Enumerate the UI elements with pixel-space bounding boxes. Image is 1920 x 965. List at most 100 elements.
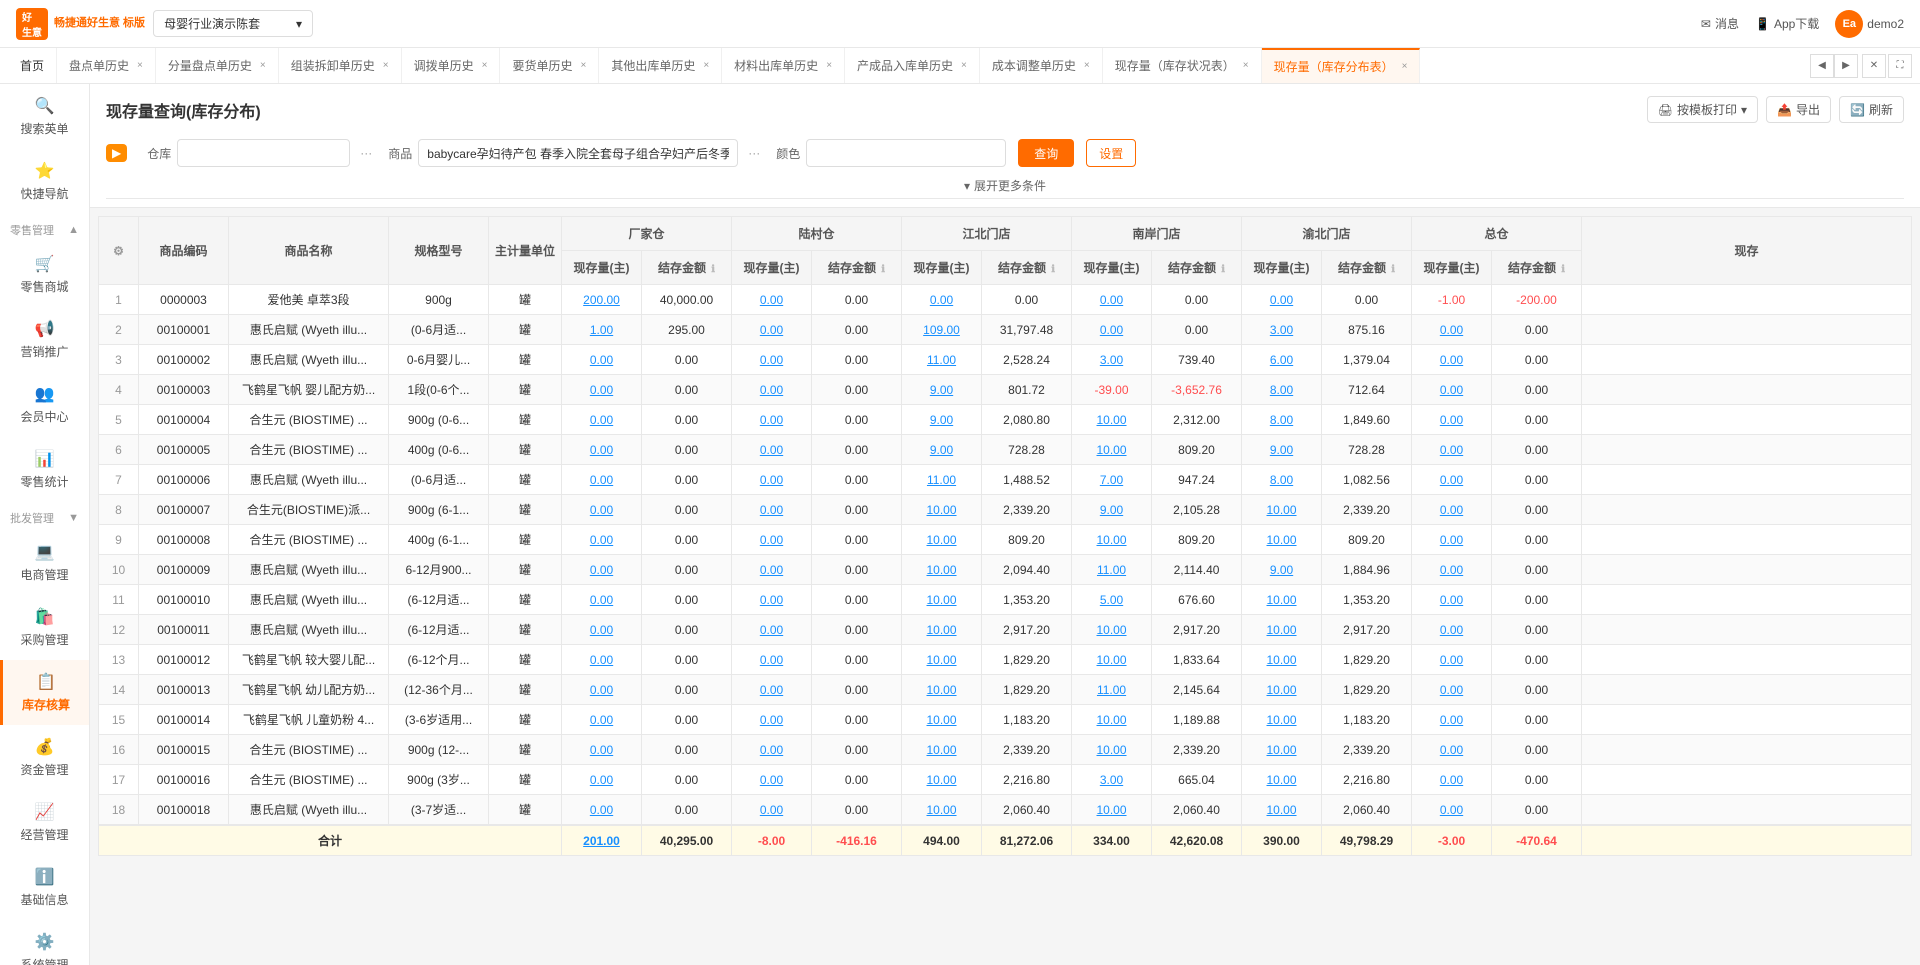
warehouse-input[interactable]	[177, 139, 350, 167]
message-button[interactable]: ✉ 消息	[1701, 15, 1739, 32]
row-lvcun-qty[interactable]: 0.00	[732, 585, 812, 615]
row-jiangbei-qty[interactable]: 10.00	[902, 765, 982, 795]
row-lvcun-qty[interactable]: 0.00	[732, 465, 812, 495]
row-yubei-qty[interactable]: 6.00	[1242, 345, 1322, 375]
tab-chengben[interactable]: 成本调整单历史 ×	[980, 48, 1103, 84]
row-total-qty[interactable]: 0.00	[1412, 735, 1492, 765]
row-factory-qty[interactable]: 0.00	[562, 525, 642, 555]
row-factory-qty[interactable]: 0.00	[562, 585, 642, 615]
row-yubei-qty[interactable]: 10.00	[1242, 525, 1322, 555]
row-jiangbei-qty[interactable]: 10.00	[902, 705, 982, 735]
row-yubei-qty[interactable]: 9.00	[1242, 435, 1322, 465]
row-yubei-qty[interactable]: 0.00	[1242, 285, 1322, 315]
tab-xiancun-dist[interactable]: 现存量（库存分布表） ×	[1262, 48, 1421, 84]
close-icon[interactable]: ×	[1243, 60, 1249, 71]
sidebar-item-retail-stats[interactable]: 📊 零售统计	[0, 437, 89, 502]
row-yubei-qty[interactable]: 8.00	[1242, 405, 1322, 435]
nav-close-all-button[interactable]: ✕	[1862, 54, 1886, 78]
row-jiangbei-qty[interactable]: 10.00	[902, 615, 982, 645]
row-nanan-qty[interactable]: 0.00	[1072, 315, 1152, 345]
row-total-qty[interactable]: 0.00	[1412, 375, 1492, 405]
row-yubei-qty[interactable]: 10.00	[1242, 585, 1322, 615]
row-lvcun-qty[interactable]: 0.00	[732, 615, 812, 645]
row-lvcun-qty[interactable]: 0.00	[732, 765, 812, 795]
row-yubei-qty[interactable]: 10.00	[1242, 645, 1322, 675]
row-factory-qty[interactable]: 0.00	[562, 765, 642, 795]
tab-chanpin[interactable]: 产成品入库单历史 ×	[845, 48, 980, 84]
row-jiangbei-qty[interactable]: 11.00	[902, 465, 982, 495]
export-button[interactable]: 📤 导出	[1766, 96, 1831, 123]
row-nanan-qty[interactable]: 3.00	[1072, 765, 1152, 795]
nav-prev-button[interactable]: ◀	[1810, 54, 1834, 78]
app-download-button[interactable]: 📱 App下载	[1755, 15, 1819, 32]
row-yubei-qty[interactable]: 8.00	[1242, 375, 1322, 405]
row-total-qty[interactable]: 0.00	[1412, 615, 1492, 645]
row-lvcun-qty[interactable]: 0.00	[732, 495, 812, 525]
row-total-qty[interactable]: 0.00	[1412, 315, 1492, 345]
nav-expand-button[interactable]: ⛶	[1888, 54, 1912, 78]
row-nanan-qty[interactable]: 3.00	[1072, 345, 1152, 375]
row-factory-qty[interactable]: 0.00	[562, 645, 642, 675]
row-jiangbei-qty[interactable]: 10.00	[902, 735, 982, 765]
row-factory-qty[interactable]: 0.00	[562, 435, 642, 465]
row-factory-qty[interactable]: 0.00	[562, 495, 642, 525]
row-nanan-qty[interactable]: 10.00	[1072, 735, 1152, 765]
row-yubei-qty[interactable]: 10.00	[1242, 495, 1322, 525]
row-lvcun-qty[interactable]: 0.00	[732, 645, 812, 675]
th-settings[interactable]: ⚙	[99, 217, 139, 285]
tab-fenpandian[interactable]: 分量盘点单历史 ×	[156, 48, 279, 84]
close-icon[interactable]: ×	[137, 60, 143, 71]
tab-diaobo[interactable]: 调拨单历史 ×	[402, 48, 501, 84]
close-icon[interactable]: ×	[1402, 61, 1408, 72]
sidebar-item-marketing[interactable]: 📢 营销推广	[0, 307, 89, 372]
row-factory-qty[interactable]: 0.00	[562, 735, 642, 765]
row-lvcun-qty[interactable]: 0.00	[732, 405, 812, 435]
tab-home[interactable]: 首页	[8, 48, 57, 84]
sidebar-item-system[interactable]: ⚙️ 系统管理	[0, 920, 89, 965]
sidebar-item-purchase[interactable]: 🛍️ 采购管理	[0, 595, 89, 660]
tab-zuzhechaixi[interactable]: 组装拆卸单历史 ×	[279, 48, 402, 84]
sidebar-item-nav[interactable]: ⭐ 快捷导航	[0, 149, 89, 214]
refresh-button[interactable]: 🔄 刷新	[1839, 96, 1904, 123]
row-jiangbei-qty[interactable]: 9.00	[902, 405, 982, 435]
row-nanan-qty[interactable]: 11.00	[1072, 555, 1152, 585]
row-jiangbei-qty[interactable]: 10.00	[902, 645, 982, 675]
tab-xiancun-status[interactable]: 现存量（库存状况表） ×	[1103, 48, 1262, 84]
row-factory-qty[interactable]: 0.00	[562, 615, 642, 645]
row-yubei-qty[interactable]: 8.00	[1242, 465, 1322, 495]
row-yubei-qty[interactable]: 10.00	[1242, 675, 1322, 705]
row-jiangbei-qty[interactable]: 109.00	[902, 315, 982, 345]
row-yubei-qty[interactable]: 10.00	[1242, 765, 1322, 795]
sidebar-item-wholesale-mgmt[interactable]: 批发管理 ▼	[0, 502, 89, 530]
close-icon[interactable]: ×	[961, 60, 967, 71]
row-total-qty[interactable]: 0.00	[1412, 525, 1492, 555]
row-factory-qty[interactable]: 0.00	[562, 465, 642, 495]
sidebar-item-operations[interactable]: 📈 经营管理	[0, 790, 89, 855]
close-icon[interactable]: ×	[260, 60, 266, 71]
row-total-qty[interactable]: 0.00	[1412, 405, 1492, 435]
row-factory-qty[interactable]: 0.00	[562, 375, 642, 405]
row-factory-qty[interactable]: 0.00	[562, 345, 642, 375]
tab-yaohuo[interactable]: 要货单历史 ×	[500, 48, 599, 84]
close-icon[interactable]: ×	[1084, 60, 1090, 71]
close-icon[interactable]: ×	[703, 60, 709, 71]
row-factory-qty[interactable]: 1.00	[562, 315, 642, 345]
row-jiangbei-qty[interactable]: 10.00	[902, 495, 982, 525]
settings-icon[interactable]: ⚙	[113, 244, 124, 258]
row-total-qty[interactable]: 0.00	[1412, 465, 1492, 495]
row-nanan-qty[interactable]: 11.00	[1072, 675, 1152, 705]
row-yubei-qty[interactable]: 3.00	[1242, 315, 1322, 345]
sidebar-item-finance[interactable]: 💰 资金管理	[0, 725, 89, 790]
row-total-qty[interactable]: -1.00	[1412, 285, 1492, 315]
row-jiangbei-qty[interactable]: 9.00	[902, 375, 982, 405]
summary-yubei-qty[interactable]: 390.00	[1242, 825, 1322, 856]
industry-selector[interactable]: 母婴行业演示陈套 ▾	[153, 10, 313, 37]
sidebar-item-search[interactable]: 🔍 搜索英单	[0, 84, 89, 149]
row-total-qty[interactable]: 0.00	[1412, 345, 1492, 375]
row-lvcun-qty[interactable]: 0.00	[732, 555, 812, 585]
row-factory-qty[interactable]: 200.00	[562, 285, 642, 315]
summary-factory-qty[interactable]: 201.00	[562, 825, 642, 856]
row-nanan-qty[interactable]: -39.00	[1072, 375, 1152, 405]
row-yubei-qty[interactable]: 10.00	[1242, 735, 1322, 765]
tab-pandian[interactable]: 盘点单历史 ×	[57, 48, 156, 84]
